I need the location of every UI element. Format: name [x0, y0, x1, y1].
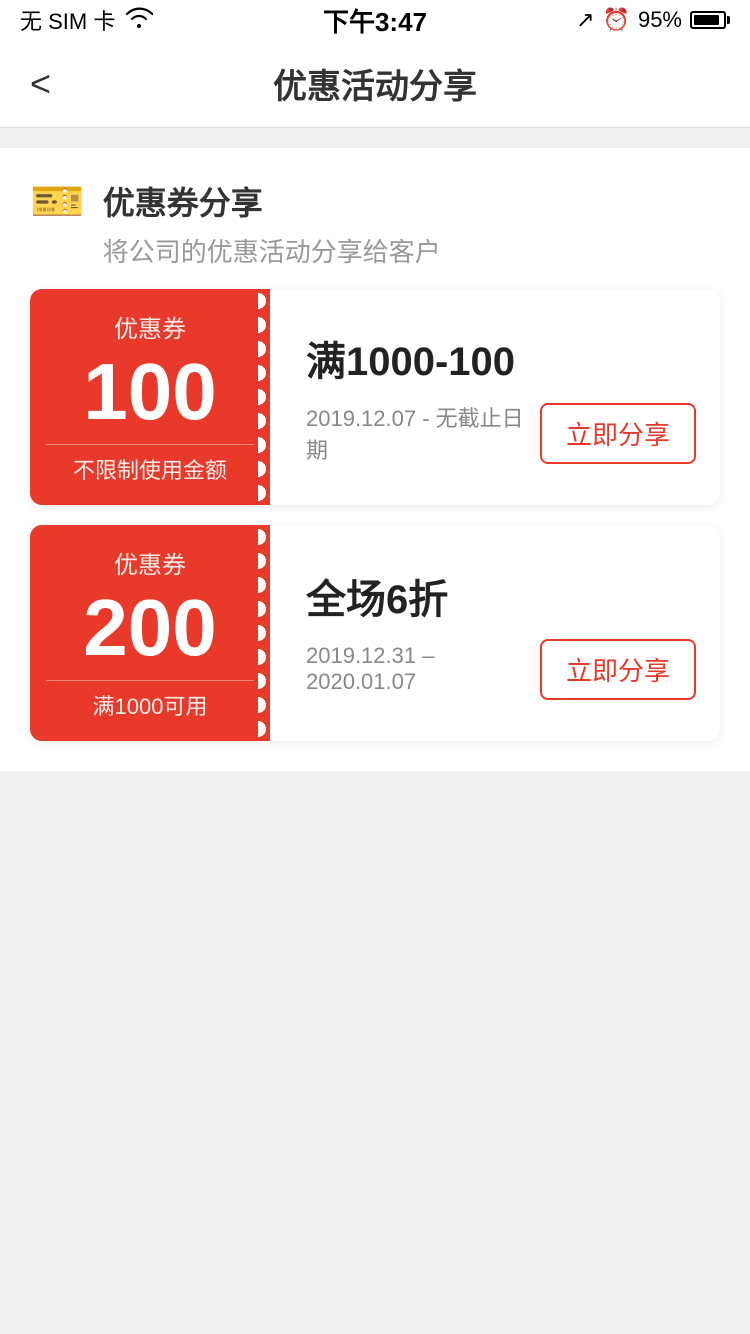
coupon-amount-2: 200 [83, 588, 216, 668]
share-button-2[interactable]: 立即分享 [540, 639, 696, 700]
coupon-condition-2: 满1000可用 [46, 680, 254, 721]
status-left: 无 SIM 卡 [20, 4, 153, 36]
page-title: 优惠活动分享 [273, 59, 477, 108]
carrier-text: 无 SIM 卡 [20, 4, 115, 36]
coupon-meta-2: 2019.12.31 – 2020.01.07 立即分享 [306, 639, 696, 700]
coupon-card-2: 优惠券 200 满1000可用 全场6折 2019.12.31 – 2020.0… [30, 525, 720, 741]
coupon-meta-1: 2019.12.07 - 无截止日期 立即分享 [306, 401, 696, 465]
section-text-group: 优惠券分享 将公司的优惠活动分享给客户 [103, 178, 441, 269]
status-bar: 无 SIM 卡 下午3:47 ↗ ⏰ 95% [0, 0, 750, 40]
battery-icon [690, 11, 730, 29]
coupon-card-1: 优惠券 100 不限制使用金额 满1000-100 2019.12.07 - 无… [30, 289, 720, 505]
section-gap [0, 128, 750, 148]
location-icon: ↗ [576, 7, 594, 33]
nav-bar: < 优惠活动分享 [0, 40, 750, 128]
section-subtitle: 将公司的优惠活动分享给客户 [103, 232, 441, 269]
coupon-label-1: 优惠券 [114, 309, 186, 344]
alarm-icon: ⏰ [603, 7, 630, 33]
coupon-date-1: 2019.12.07 - 无截止日期 [306, 401, 528, 465]
coupon-section-icon: 🎫 [30, 180, 85, 224]
coupon-left-2: 优惠券 200 满1000可用 [30, 525, 270, 741]
section-title: 优惠券分享 [103, 178, 441, 224]
coupon-left-1: 优惠券 100 不限制使用金额 [30, 289, 270, 505]
status-right: ↗ ⏰ 95% [576, 7, 730, 33]
status-time: 下午3:47 [323, 2, 427, 39]
coupon-label-2: 优惠券 [114, 545, 186, 580]
coupon-condition-1: 不限制使用金额 [46, 444, 254, 485]
share-button-1[interactable]: 立即分享 [540, 403, 696, 464]
back-button[interactable]: < [30, 66, 51, 102]
coupon-right-2: 全场6折 2019.12.31 – 2020.01.07 立即分享 [270, 525, 720, 741]
bottom-filler [0, 771, 750, 1171]
coupon-right-1: 满1000-100 2019.12.07 - 无截止日期 立即分享 [270, 289, 720, 505]
section-header: 🎫 优惠券分享 将公司的优惠活动分享给客户 [0, 148, 750, 289]
battery-percent: 95% [638, 7, 682, 33]
coupon-name-2: 全场6折 [306, 567, 696, 625]
coupon-date-2: 2019.12.31 – 2020.01.07 [306, 643, 528, 695]
wifi-icon [125, 6, 153, 34]
coupon-amount-1: 100 [83, 352, 216, 432]
coupon-list: 优惠券 100 不限制使用金额 满1000-100 2019.12.07 - 无… [0, 289, 750, 771]
coupon-name-1: 满1000-100 [306, 329, 696, 387]
